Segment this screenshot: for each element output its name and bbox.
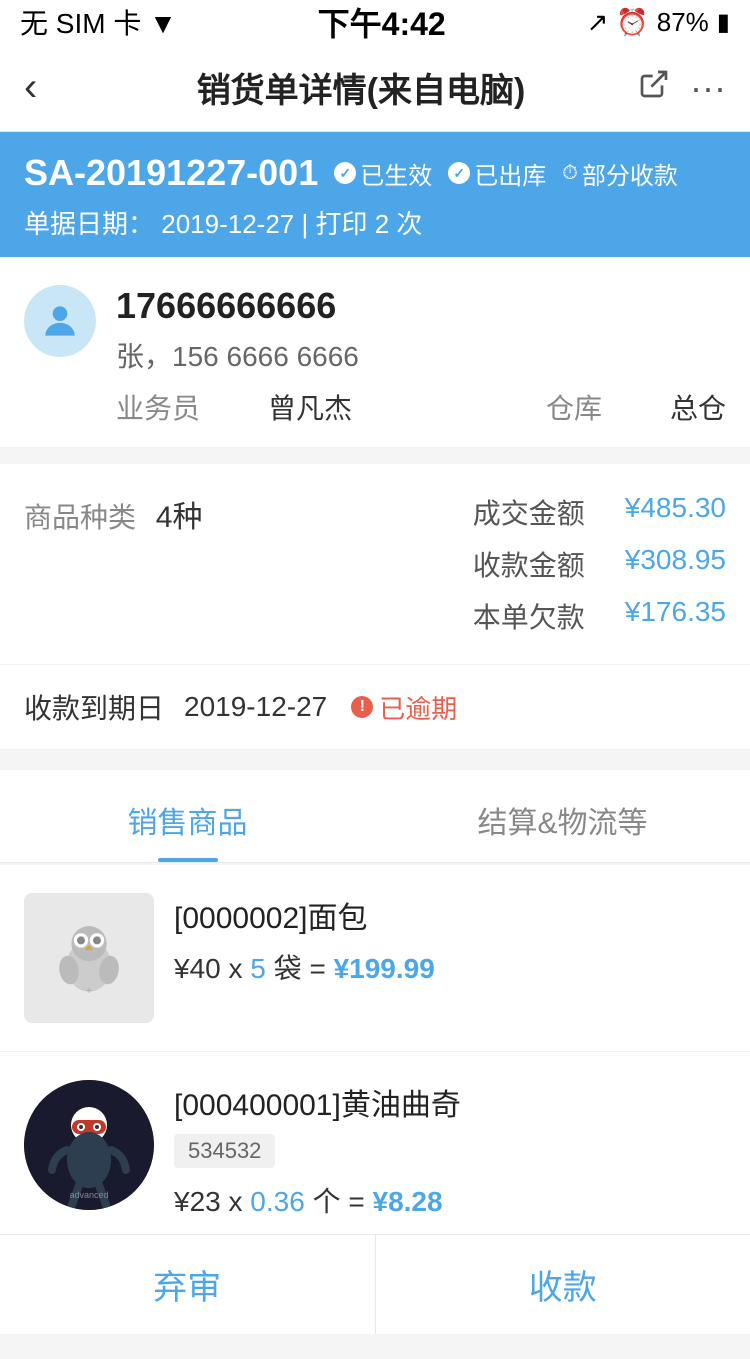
status-time: 下午4:42: [318, 0, 446, 45]
banner-date-row: 单据日期： 2019-12-27 | 打印 2 次: [24, 204, 726, 241]
print-info: 打印 2 次: [315, 209, 422, 239]
due-label: 收款到期日: [24, 687, 164, 727]
category-label: 商品种类: [24, 502, 136, 533]
location-icon: ↗: [587, 7, 609, 38]
price-total-1: ¥199.99: [334, 953, 435, 984]
header-banner: SA-20191227-001 ✓ 已生效 ✓ 已出库 ⏱ 部分收款 单据日期：…: [0, 132, 750, 257]
products-container: + [0000002]面包 ¥40 x 5 袋 = ¥199.99: [0, 865, 750, 1249]
product-price-1: ¥40 x 5 袋 = ¥199.99: [174, 947, 726, 987]
warehouse-label: 仓库: [546, 387, 602, 427]
badge-partial: ⏱ 部分收款: [562, 156, 678, 191]
received-label: 收款金额: [473, 544, 585, 584]
confirm-label: 收款: [529, 1260, 597, 1309]
price-unit-1: 袋: [274, 953, 302, 984]
tab-settlement-label: 结算&物流等: [477, 807, 647, 840]
bottom-bar: 弃审 收款: [0, 1234, 750, 1334]
overdue-text: 已逾期: [379, 689, 457, 726]
deal-amount-row: 成交金额 ¥485.30: [473, 492, 726, 532]
salesman-label: 业务员: [116, 387, 200, 427]
price-qty-1: 5: [250, 953, 266, 984]
product-tag-2: 534532: [174, 1134, 275, 1168]
summary-right: 成交金额 ¥485.30 收款金额 ¥308.95 本单欠款 ¥176.35: [473, 492, 726, 636]
product-name-1: [0000002]面包: [174, 893, 726, 937]
tab-products[interactable]: 销售商品: [0, 770, 375, 862]
badge-effective-label: 已生效: [360, 156, 432, 191]
battery-level: 87%: [657, 7, 709, 38]
received-amount: ¥308.95: [625, 544, 726, 584]
overdue-icon: !: [351, 696, 373, 718]
page-title: 销货单详情(来自电脑): [197, 63, 526, 112]
customer-info: 17666666666 张，156 6666 6666 业务员 曾凡杰 仓库 总…: [116, 285, 726, 427]
status-right: ↗ ⏰ 87% ▮: [587, 7, 730, 38]
price-total-2: ¥8.28: [373, 1186, 443, 1217]
warehouse-value: 总仓: [670, 387, 726, 427]
divider2: [0, 750, 750, 770]
customer-section: 17666666666 张，156 6666 6666 业务员 曾凡杰 仓库 总…: [0, 257, 750, 448]
svg-text:+: +: [86, 985, 93, 997]
nav-bar: ‹ 销货单详情(来自电脑) ···: [0, 44, 750, 132]
due-date-section: 收款到期日 2019-12-27 ! 已逾期: [0, 665, 750, 750]
summary-left: 商品种类 4种: [24, 492, 202, 544]
debt-label: 本单欠款: [473, 596, 585, 636]
overdue-badge: ! 已逾期: [351, 689, 457, 726]
alarm-icon: ⏰: [616, 7, 648, 38]
product-name-2: [000400001]黄油曲奇: [174, 1080, 726, 1124]
price-unit-2: 个: [313, 1186, 341, 1217]
cancel-label: 弃审: [153, 1260, 221, 1309]
summary-section: 商品种类 4种 成交金额 ¥485.30 收款金额 ¥308.95 本单欠款 ¥…: [0, 464, 750, 665]
badge-partial-label: 部分收款: [582, 156, 678, 191]
back-button[interactable]: ‹: [24, 65, 84, 110]
confirm-button[interactable]: 收款: [376, 1235, 750, 1334]
customer-contact: 张，156 6666 6666: [116, 335, 726, 375]
due-date-value: 2019-12-27: [184, 691, 327, 723]
price-eq-2: =: [348, 1186, 372, 1217]
clock-icon: ⏱: [562, 162, 578, 185]
divider1: [0, 448, 750, 464]
price-x-1: x: [229, 953, 251, 984]
cancel-button[interactable]: 弃审: [0, 1235, 376, 1334]
badge-shipped: ✓ 已出库: [448, 156, 546, 191]
nav-actions: ···: [638, 67, 726, 109]
status-left: 无 SIM 卡 ▼: [20, 2, 177, 42]
price-qty-2: 0.36: [250, 1186, 305, 1217]
price-eq-1: =: [309, 953, 333, 984]
price-base-2: ¥23: [174, 1186, 221, 1217]
date-separator: |: [301, 209, 315, 239]
product-image-1: +: [24, 893, 154, 1023]
salesman-value: 曾凡杰: [268, 387, 352, 427]
tabs-container: 销售商品 结算&物流等: [0, 770, 750, 863]
deal-amount: ¥485.30: [625, 492, 726, 532]
product-item-2: advanced [000400001]黄油曲奇 534532 ¥23 x 0.…: [0, 1052, 750, 1249]
received-amount-row: 收款金额 ¥308.95: [473, 544, 726, 584]
product-info-1: [0000002]面包 ¥40 x 5 袋 = ¥199.99: [174, 893, 726, 987]
product-image-2: advanced: [24, 1080, 154, 1210]
order-id: SA-20191227-001: [24, 152, 318, 194]
date-value: 2019-12-27: [161, 209, 294, 239]
product-item-1: + [0000002]面包 ¥40 x 5 袋 = ¥199.99: [0, 865, 750, 1052]
debt-amount: ¥176.35: [625, 596, 726, 636]
customer-meta: 业务员 曾凡杰 仓库 总仓: [116, 387, 726, 427]
customer-name: 17666666666: [116, 285, 726, 327]
check-icon2: ✓: [448, 162, 470, 184]
deal-label: 成交金额: [473, 492, 585, 532]
svg-text:advanced: advanced: [69, 1190, 108, 1200]
share-icon[interactable]: [638, 67, 670, 109]
tab-products-label: 销售商品: [128, 807, 248, 840]
tab-settlement[interactable]: 结算&物流等: [375, 770, 750, 862]
avatar: [24, 285, 96, 357]
badge-effective: ✓ 已生效: [334, 156, 432, 191]
price-base-1: ¥40: [174, 953, 221, 984]
product-price-2: ¥23 x 0.36 个 = ¥8.28: [174, 1180, 726, 1220]
debt-amount-row: 本单欠款 ¥176.35: [473, 596, 726, 636]
product-info-2: [000400001]黄油曲奇 534532 ¥23 x 0.36 个 = ¥8…: [174, 1080, 726, 1220]
check-icon: ✓: [334, 162, 356, 184]
badge-shipped-label: 已出库: [474, 156, 546, 191]
more-icon[interactable]: ···: [690, 67, 726, 109]
banner-row1: SA-20191227-001 ✓ 已生效 ✓ 已出库 ⏱ 部分收款: [24, 152, 726, 194]
battery-icon: ▮: [717, 8, 730, 37]
price-x-2: x: [229, 1186, 251, 1217]
status-bar: 无 SIM 卡 ▼ 下午4:42 ↗ ⏰ 87% ▮: [0, 0, 750, 44]
category-count: 4种: [156, 501, 203, 534]
date-label: 单据日期：: [24, 209, 154, 239]
